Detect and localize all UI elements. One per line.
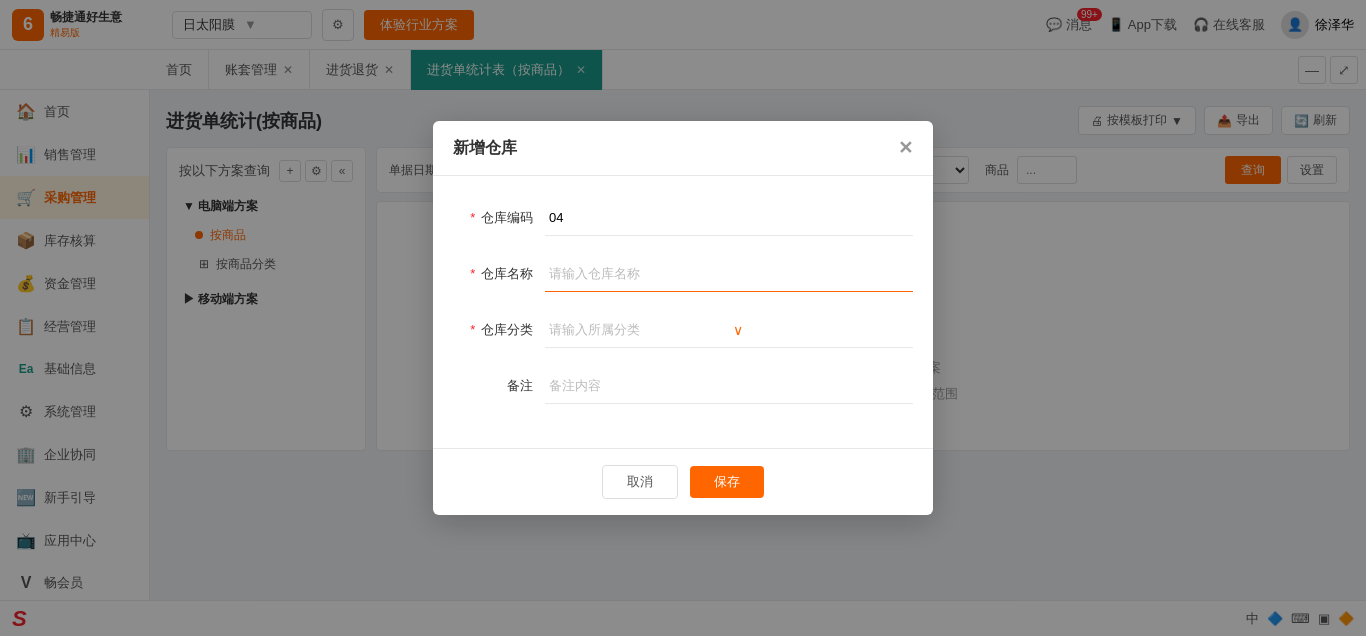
- category-select[interactable]: 请输入所属分类 ∨: [545, 312, 913, 348]
- code-label: * 仓库编码: [453, 209, 533, 227]
- name-label: * 仓库名称: [453, 265, 533, 283]
- modal-overlay: 新增仓库 ✕ * 仓库编码 * 仓库名称: [0, 0, 1366, 636]
- form-row-name: * 仓库名称: [453, 256, 913, 292]
- form-row-remark: 备注: [453, 368, 913, 404]
- modal-body: * 仓库编码 * 仓库名称 * 仓库分类 请输入所属: [433, 176, 933, 448]
- category-label: * 仓库分类: [453, 321, 533, 339]
- modal-header: 新增仓库 ✕: [433, 121, 933, 176]
- form-row-category: * 仓库分类 请输入所属分类 ∨: [453, 312, 913, 348]
- cancel-button[interactable]: 取消: [602, 465, 678, 499]
- form-row-code: * 仓库编码: [453, 200, 913, 236]
- category-arrow: ∨: [729, 322, 913, 338]
- save-button[interactable]: 保存: [690, 466, 764, 498]
- modal-title: 新增仓库: [453, 138, 517, 159]
- name-input[interactable]: [545, 256, 913, 292]
- code-input[interactable]: [545, 200, 913, 236]
- remark-input[interactable]: [545, 368, 913, 404]
- modal-close-button[interactable]: ✕: [898, 137, 913, 159]
- remark-label: 备注: [453, 377, 533, 395]
- new-warehouse-modal: 新增仓库 ✕ * 仓库编码 * 仓库名称: [433, 121, 933, 515]
- modal-footer: 取消 保存: [433, 448, 933, 515]
